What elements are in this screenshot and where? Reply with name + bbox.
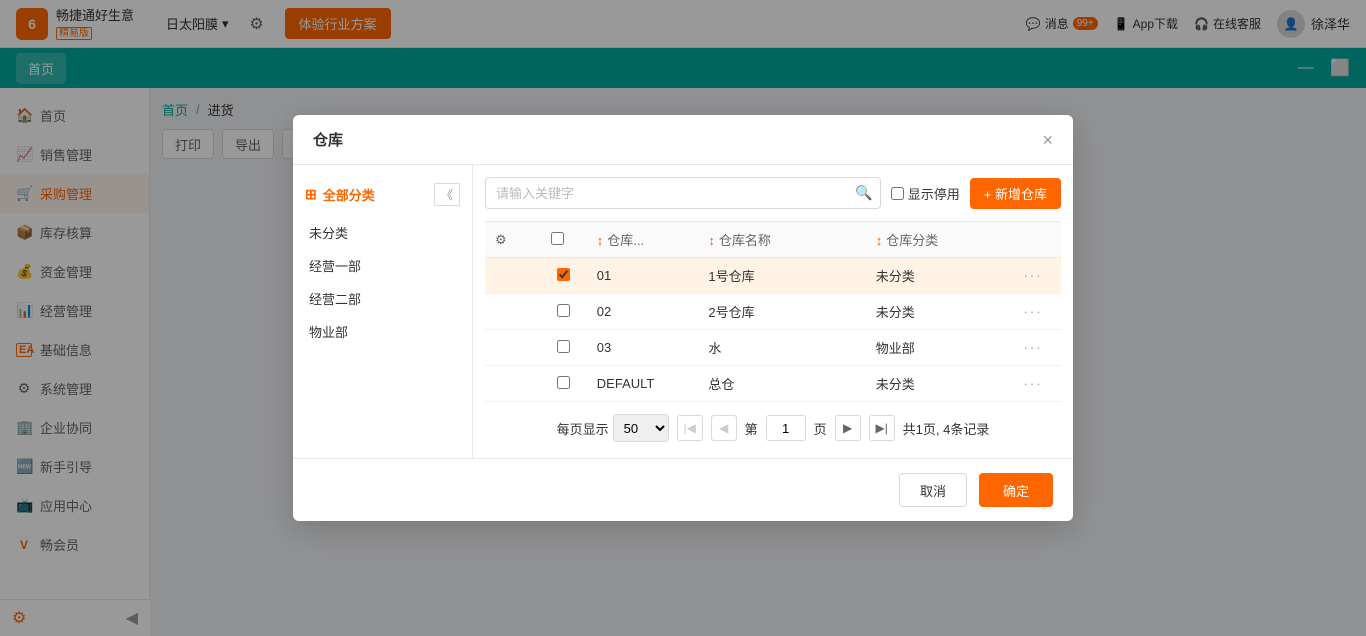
row-actions-cell[interactable]: ···	[1005, 366, 1061, 402]
category-collapse-button[interactable]: 《	[434, 183, 460, 206]
th-category[interactable]: ↕仓库分类	[866, 222, 1005, 258]
row-checkbox[interactable]	[557, 376, 570, 389]
row-action-dots[interactable]: ···	[1024, 304, 1043, 319]
category-title-row: ⊞ 全部分类	[305, 185, 375, 204]
category-panel: ⊞ 全部分类 《 未分类 经营一部 经营二部 物业部	[293, 165, 473, 458]
row-name-cell: 水	[698, 330, 865, 366]
row-action-dots[interactable]: ···	[1024, 268, 1043, 283]
category-item-dept2[interactable]: 经营二部	[293, 282, 472, 315]
row-check-cell[interactable]	[541, 366, 587, 402]
gear-icon: ⚙	[495, 232, 507, 247]
cancel-button[interactable]: 取消	[899, 473, 967, 507]
modal-body: ⊞ 全部分类 《 未分类 经营一部 经营二部 物业部 🔍	[293, 165, 1073, 458]
category-item-unclassified[interactable]: 未分类	[293, 216, 472, 249]
category-header: ⊞ 全部分类 《	[293, 177, 472, 216]
row-checkbox[interactable]	[557, 304, 570, 317]
row-check-cell[interactable]	[541, 294, 587, 330]
row-category-cell: 未分类	[866, 366, 1005, 402]
page-first-button[interactable]: |◀	[677, 415, 703, 441]
table-row[interactable]: 02 2号仓库 未分类 ···	[485, 294, 1061, 330]
page-last-button[interactable]: ▶|	[869, 415, 895, 441]
pagination: 每页显示 10 20 50 100 |◀ ◀ 第 页 ▶ ▶|	[485, 402, 1061, 446]
table-panel: 🔍 显示停用 + 新增仓库 ⚙	[473, 165, 1073, 458]
th-name[interactable]: ↕仓库名称	[698, 222, 865, 258]
search-button[interactable]: 🔍	[855, 185, 872, 202]
warehouse-table: ⚙ ↕仓库... ↕仓库名称	[485, 221, 1061, 402]
row-checkbox[interactable]	[557, 268, 570, 281]
page-size-dropdown[interactable]: 10 20 50 100	[613, 414, 669, 442]
table-row[interactable]: 01 1号仓库 未分类 ···	[485, 258, 1061, 294]
modal-close-button[interactable]: ×	[1042, 131, 1053, 149]
page-prev-button[interactable]: ◀	[711, 415, 737, 441]
row-code-cell: DEFAULT	[587, 366, 699, 402]
table-row[interactable]: 03 水 物业部 ···	[485, 330, 1061, 366]
total-label: 共1页, 4条记录	[903, 419, 990, 438]
show-disabled-checkbox[interactable]	[891, 187, 904, 200]
category-item-property[interactable]: 物业部	[293, 315, 472, 348]
select-all-checkbox[interactable]	[551, 232, 564, 245]
row-check-cell[interactable]	[541, 258, 587, 294]
th-actions	[1005, 222, 1061, 258]
row-category-cell: 物业部	[866, 330, 1005, 366]
row-action-dots[interactable]: ···	[1024, 376, 1043, 391]
modal-title: 仓库	[313, 129, 343, 150]
search-box: 🔍	[485, 177, 881, 209]
th-check	[541, 222, 587, 258]
row-name-cell: 1号仓库	[698, 258, 865, 294]
row-actions-cell[interactable]: ···	[1005, 330, 1061, 366]
category-title: 全部分类	[323, 185, 375, 204]
show-disabled-label[interactable]: 显示停用	[891, 184, 960, 203]
page-number-input[interactable]	[766, 415, 806, 441]
th-code[interactable]: ↕仓库...	[587, 222, 699, 258]
row-gear-cell	[485, 330, 541, 366]
category-item-dept1[interactable]: 经营一部	[293, 249, 472, 282]
row-actions-cell[interactable]: ···	[1005, 294, 1061, 330]
row-gear-cell	[485, 294, 541, 330]
modal-header: 仓库 ×	[293, 115, 1073, 165]
confirm-button[interactable]: 确定	[979, 473, 1053, 507]
row-check-cell[interactable]	[541, 330, 587, 366]
row-gear-cell	[485, 366, 541, 402]
th-gear: ⚙	[485, 222, 541, 258]
row-category-cell: 未分类	[866, 258, 1005, 294]
page-size-select: 每页显示 10 20 50 100	[557, 414, 669, 442]
warehouse-modal: 仓库 × ⊞ 全部分类 《 未分类 经营一部 经营二部 物业部	[293, 115, 1073, 521]
row-code-cell: 03	[587, 330, 699, 366]
row-gear-cell	[485, 258, 541, 294]
category-grid-icon: ⊞	[305, 186, 317, 203]
modal-footer: 取消 确定	[293, 458, 1073, 521]
row-code-cell: 01	[587, 258, 699, 294]
row-code-cell: 02	[587, 294, 699, 330]
row-checkbox[interactable]	[557, 340, 570, 353]
row-name-cell: 总仓	[698, 366, 865, 402]
table-row[interactable]: DEFAULT 总仓 未分类 ···	[485, 366, 1061, 402]
modal-overlay: 仓库 × ⊞ 全部分类 《 未分类 经营一部 经营二部 物业部	[0, 0, 1366, 636]
row-category-cell: 未分类	[866, 294, 1005, 330]
add-warehouse-button[interactable]: + 新增仓库	[970, 178, 1061, 209]
page-next-button[interactable]: ▶	[835, 415, 861, 441]
row-name-cell: 2号仓库	[698, 294, 865, 330]
row-action-dots[interactable]: ···	[1024, 340, 1043, 355]
table-toolbar: 🔍 显示停用 + 新增仓库	[485, 177, 1061, 209]
search-input[interactable]	[485, 177, 881, 209]
row-actions-cell[interactable]: ···	[1005, 258, 1061, 294]
